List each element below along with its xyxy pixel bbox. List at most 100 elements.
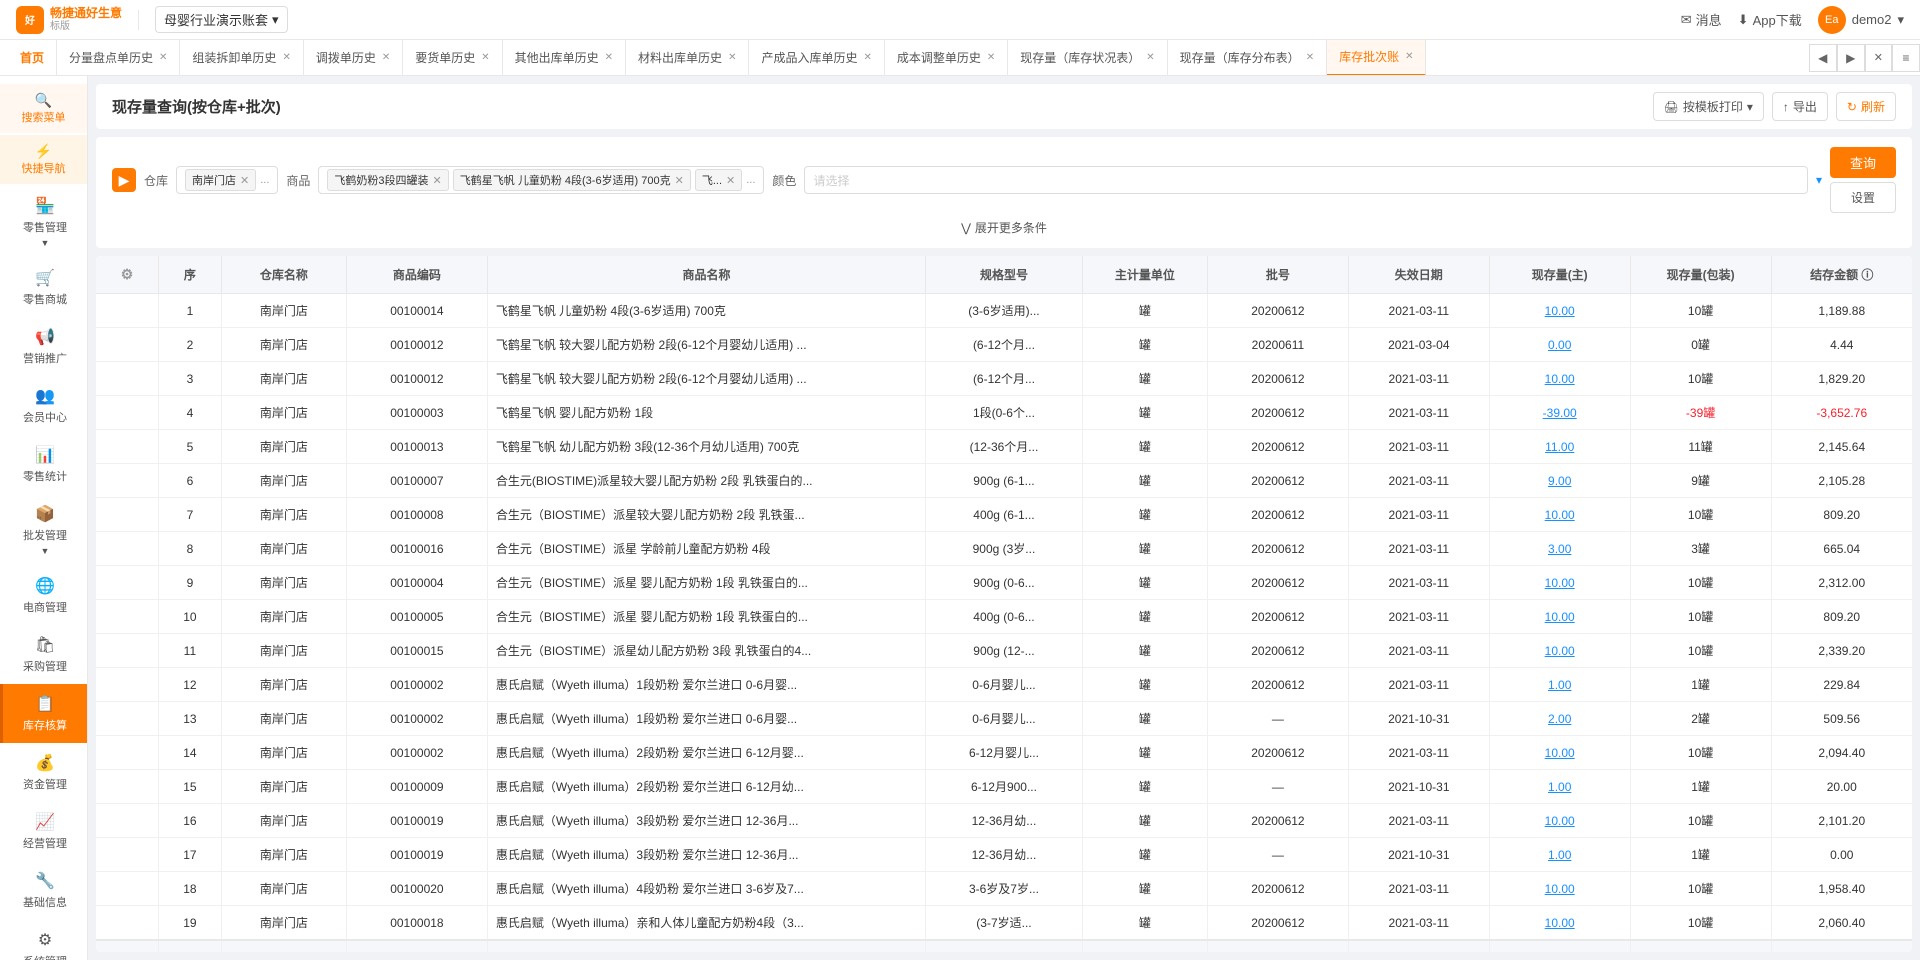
th-balance: 结存金额 ⓘ [1771,256,1912,294]
filter-expand-btn[interactable]: ▶ [112,168,136,192]
footer-row: 合计 126.00 26,968.64 [96,940,1912,952]
operations-icon: 📈 [35,812,55,832]
tab-transfer[interactable]: 调拨单历史 ✕ [304,40,403,76]
th-stock-pkg: 现存量(包装) [1630,256,1771,294]
top-bar-left: 好 畅捷通好生意 标版 母婴行业演示账套 ▾ [16,6,288,34]
tab-stock-status[interactable]: 现存量（库存状况表）✕ [1008,40,1167,76]
table-row: 6 南岸门店 00100007 合生元(BIOSTIME)派星较大婴儿配方奶粉 … [96,464,1912,498]
table-wrap: ⚙ 序 仓库名称 商品编码 商品名称 规格型号 主计量单位 批号 失效日期 现存… [96,256,1912,952]
table-row: 17 南岸门店 00100019 惠氏启赋（Wyeth illuma）3段奶粉 … [96,838,1912,872]
main-layout: 🔍 搜索菜单 ⚡ 快捷导航 🏪 零售管理 ▼ 🛒 零售商城 📢 营销推广 👥 会… [0,76,1920,960]
page-header: 现存量查询(按仓库+批次) 🖨 按模板打印 ▾ ↑ 导出 ↻ 刷新 [96,84,1912,129]
tab-combo[interactable]: 组装拆卸单历史 ✕ [180,40,303,76]
data-table: ⚙ 序 仓库名称 商品编码 商品名称 规格型号 主计量单位 批号 失效日期 现存… [96,256,1912,952]
refresh-btn[interactable]: ↻ 刷新 [1836,92,1896,121]
sidebar-search[interactable]: 🔍 搜索菜单 [0,84,88,133]
product-input[interactable]: 飞鹤奶粉3段四罐装 ✕ 飞鹤星飞帆 儿童奶粉 4段(3-6岁适用) 700克 ✕… [318,166,764,194]
color-input[interactable]: 请选择 [804,166,1808,194]
th-stock-main: 现存量(主) [1489,256,1630,294]
main-content: 现存量查询(按仓库+批次) 🖨 按模板打印 ▾ ↑ 导出 ↻ 刷新 [88,76,1920,960]
top-bar: 好 畅捷通好生意 标版 母婴行业演示账套 ▾ ✉ 消息 ⬇ App下载 Ea d… [0,0,1920,40]
sidebar-item-ecommerce[interactable]: 🌐 电商管理 [0,566,87,625]
message-btn[interactable]: ✉ 消息 [1681,10,1722,29]
product-tag-1-remove[interactable]: ✕ [433,174,442,187]
tab-next-btn[interactable]: ▶ [1837,44,1865,72]
stats-icon: 📊 [35,445,55,465]
column-settings-icon[interactable]: ⚙ [121,266,134,282]
product-tag-2-remove[interactable]: ✕ [675,174,684,187]
top-bar-right: ✉ 消息 ⬇ App下载 Ea demo2 ▾ [1681,6,1904,34]
system-icon: ⚙ [38,930,52,950]
action-buttons: 查询 设置 [1830,147,1896,213]
tab-bar: 首页 分量盘点单历史 ✕ 组装拆卸单历史 ✕ 调拨单历史 ✕ 要货单历史 ✕ 其… [0,40,1920,76]
page-title: 现存量查询(按仓库+批次) [112,96,281,117]
tab-split[interactable]: 分量盘点单历史 ✕ [57,40,180,76]
query-btn[interactable]: 查询 [1830,147,1896,178]
sidebar-item-shop[interactable]: 🛒 零售商城 [0,258,87,317]
tab-request[interactable]: 要货单历史 ✕ [403,40,502,76]
product-tag-1: 飞鹤奶粉3段四罐装 ✕ [327,169,448,191]
warehouse-more[interactable]: ... [260,174,269,186]
sidebar-item-member[interactable]: 👥 会员中心 [0,376,87,435]
tab-close-all-btn[interactable]: ✕ [1865,44,1892,72]
table-row: 2 南岸门店 00100012 飞鹤星飞帆 较大婴儿配方奶粉 2段(6-12个月… [96,328,1912,362]
tab-prev-btn[interactable]: ◀ [1809,44,1837,72]
warehouse-tag-remove[interactable]: ✕ [240,174,249,187]
export-btn[interactable]: ↑ 导出 [1772,92,1828,121]
tab-product-in[interactable]: 产成品入库单历史 ✕ [749,40,884,76]
table-row: 4 南岸门店 00100003 飞鹤星飞帆 婴儿配方奶粉 1段 1段(0-6个.… [96,396,1912,430]
filter-row: ▶ 仓库 南岸门店 ✕ ... 商品 飞鹤奶粉3段四罐装 ✕ [112,147,1896,213]
sidebar-item-purchase[interactable]: 🛍 采购管理 [0,625,87,684]
basic-icon: 🔧 [35,871,55,891]
sidebar-item-system[interactable]: ⚙ 系统管理 [0,920,87,960]
member-icon: 👥 [35,386,55,406]
product-more[interactable]: ... [746,174,755,186]
tab-batch-voucher[interactable]: 库存批次账 ✕ [1327,40,1426,76]
tab-material-out[interactable]: 材料出库单历史 ✕ [626,40,749,76]
product-tag-3-remove[interactable]: ✕ [726,174,735,187]
sidebar: 🔍 搜索菜单 ⚡ 快捷导航 🏪 零售管理 ▼ 🛒 零售商城 📢 营销推广 👥 会… [0,76,88,960]
table-row: 14 南岸门店 00100002 惠氏启赋（Wyeth illuma）2段奶粉 … [96,736,1912,770]
refresh-icon: ↻ [1847,100,1857,114]
th-settings[interactable]: ⚙ [96,256,159,294]
warehouse-input[interactable]: 南岸门店 ✕ ... [176,166,278,194]
user-area[interactable]: Ea demo2 ▾ [1818,6,1904,34]
app-download-btn[interactable]: ⬇ App下载 [1738,10,1802,29]
wholesale-icon: 📦 [35,504,55,524]
sidebar-item-stats[interactable]: 📊 零售统计 [0,435,87,494]
finance-icon: 💰 [35,753,55,773]
tab-stock-dist[interactable]: 现存量（库存分布表）✕ [1168,40,1327,76]
tab-other-out[interactable]: 其他出库单历史 ✕ [503,40,626,76]
sidebar-item-inventory[interactable]: 📋 库存核算 [0,684,87,743]
th-warehouse: 仓库名称 [221,256,346,294]
sidebar-item-operations[interactable]: 📈 经营管理 [0,802,87,861]
purchase-icon: 🛍 [35,635,55,655]
table-row: 16 南岸门店 00100019 惠氏启赋（Wyeth illuma）3段奶粉 … [96,804,1912,838]
ecommerce-icon: 🌐 [35,576,55,596]
table-row: 5 南岸门店 00100013 飞鹤星飞帆 幼儿配方奶粉 3段(12-36个月幼… [96,430,1912,464]
sidebar-item-marketing[interactable]: 📢 营销推广 [0,317,87,376]
th-code: 商品编码 [346,256,487,294]
template-print-btn[interactable]: 🖨 按模板打印 ▾ [1653,92,1764,121]
tab-menu-btn[interactable]: ≡ [1892,44,1920,72]
tab-cost-adjust[interactable]: 成本调整单历史 ✕ [885,40,1008,76]
sidebar-item-basic[interactable]: 🔧 基础信息 [0,861,87,920]
sidebar-item-wholesale[interactable]: 📦 批发管理 ▼ [0,494,87,566]
th-batch: 批号 [1207,256,1348,294]
inventory-icon: 📋 [35,694,55,714]
company-selector[interactable]: 母婴行业演示账套 ▾ [155,6,288,33]
table-row: 7 南岸门店 00100008 合生元（BIOSTIME）派星较大婴儿配方奶粉 … [96,498,1912,532]
sidebar-item-retail[interactable]: 🏪 零售管理 ▼ [0,186,87,258]
table-scroll[interactable]: ⚙ 序 仓库名称 商品编码 商品名称 规格型号 主计量单位 批号 失效日期 现存… [96,256,1912,952]
table-row: 15 南岸门店 00100009 惠氏启赋（Wyeth illuma）2段奶粉 … [96,770,1912,804]
expand-more-btn[interactable]: ⋁ 展开更多条件 [112,213,1896,238]
setting-btn[interactable]: 设置 [1830,182,1896,213]
warehouse-tag: 南岸门店 ✕ [185,169,256,191]
table-row: 8 南岸门店 00100016 合生元（BIOSTIME）派星 学龄前儿童配方奶… [96,532,1912,566]
logo-area: 好 畅捷通好生意 标版 [16,6,122,34]
sidebar-item-finance[interactable]: 💰 资金管理 [0,743,87,802]
sidebar-quick-nav[interactable]: ⚡ 快捷导航 [0,135,88,184]
tab-home[interactable]: 首页 [8,40,57,76]
table-row: 12 南岸门店 00100002 惠氏启赋（Wyeth illuma）1段奶粉 … [96,668,1912,702]
color-dropdown-arrow[interactable]: ▾ [1816,173,1822,187]
